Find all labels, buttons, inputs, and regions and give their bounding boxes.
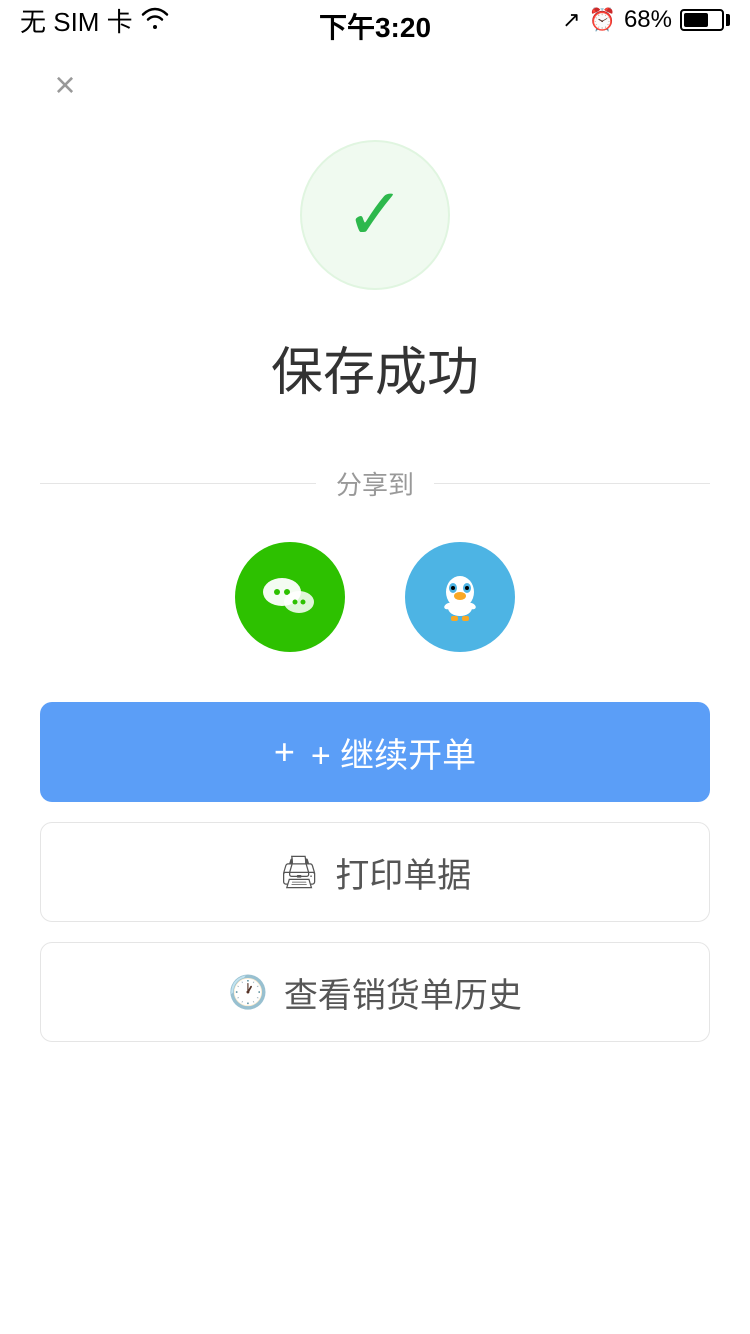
share-divider: 分享到	[40, 465, 710, 502]
share-section: 分享到	[40, 465, 710, 652]
status-left: 无 SIM 卡	[20, 2, 169, 39]
status-right: ↗ ⏰ 68%	[562, 6, 730, 34]
print-icon: 🖨	[279, 853, 320, 891]
print-button[interactable]: 🖨 打印单据	[40, 822, 710, 922]
status-bar: 无 SIM 卡 下午3:20 ↗ ⏰ 68%	[0, 0, 750, 40]
carrier-text: 无 SIM 卡	[20, 2, 133, 39]
success-indicator: ✓	[300, 140, 450, 290]
share-icons-row	[40, 542, 710, 652]
location-icon: ↗	[562, 7, 580, 33]
checkmark-icon: ✓	[345, 179, 405, 251]
wifi-icon	[141, 5, 169, 36]
continue-label: + 继续开单	[311, 728, 476, 777]
share-label: 分享到	[336, 465, 414, 502]
divider-right	[434, 483, 710, 484]
main-content: × ✓ 保存成功 分享到	[0, 40, 750, 1334]
print-label: 打印单据	[335, 848, 471, 897]
alarm-icon: ⏰	[589, 7, 616, 33]
success-title: 保存成功	[271, 330, 479, 405]
qq-icon	[429, 566, 491, 628]
history-icon: 🕐	[228, 973, 268, 1011]
battery-icon	[680, 9, 730, 31]
action-buttons: + + 继续开单 🖨 打印单据 🕐 查看销货单历史	[40, 702, 710, 1042]
continue-icon: +	[274, 731, 295, 773]
wechat-share-button[interactable]	[235, 542, 345, 652]
history-button[interactable]: 🕐 查看销货单历史	[40, 942, 710, 1042]
continue-order-button[interactable]: + + 继续开单	[40, 702, 710, 802]
wechat-icon	[255, 562, 325, 632]
history-label: 查看销货单历史	[284, 968, 522, 1017]
battery-percent: 68%	[624, 6, 672, 34]
close-button[interactable]: ×	[40, 60, 90, 110]
divider-left	[40, 483, 316, 484]
qq-share-button[interactable]	[405, 542, 515, 652]
close-icon: ×	[54, 67, 75, 103]
